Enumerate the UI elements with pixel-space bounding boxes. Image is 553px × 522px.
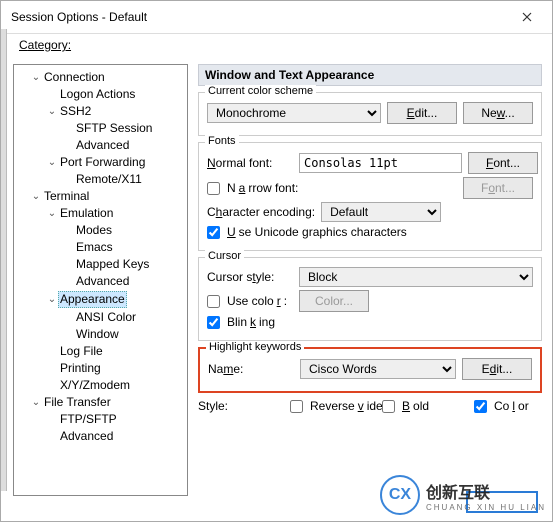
use-color-checkbox[interactable]: Use color: [207,294,293,308]
narrow-font-checkbox[interactable]: Narrow font: [207,181,298,195]
tree-ftp-sftp[interactable]: FTP/SFTP [16,411,185,428]
normal-font-button[interactable]: Font... [468,152,538,174]
right-panel: Window and Text Appearance Current color… [188,64,542,496]
normal-font-field[interactable] [299,153,462,173]
cursor-style-label: Cursor style: [207,270,293,284]
reverse-video-checkbox[interactable]: Reverse video [290,399,376,413]
tree-terminal[interactable]: ⌄Terminal [16,188,185,205]
scheme-select[interactable]: Monochrome [207,103,381,123]
chevron-down-icon: ⌄ [30,395,42,410]
close-button[interactable] [510,7,544,27]
tree-logon-actions[interactable]: Logon Actions [16,86,185,103]
dialog-footer [466,491,538,513]
tree-appearance[interactable]: ⌄Appearance [16,290,185,309]
scheme-edit-button[interactable]: Edit... [387,102,457,124]
tree-port-forwarding[interactable]: ⌄Port Forwarding [16,154,185,171]
close-icon [522,12,532,22]
normal-font-label: Normal font: [207,156,293,170]
tree-file-transfer[interactable]: ⌄File Transfer [16,394,185,411]
highlight-name-label: Name: [208,362,294,376]
chevron-down-icon: ⌄ [46,292,58,307]
scheme-new-button[interactable]: New... [463,102,533,124]
chevron-down-icon: ⌄ [30,189,42,204]
style-row: Style: Reverse video Bold Color [198,399,542,413]
tree-ssh2[interactable]: ⌄SSH2 [16,103,185,120]
ok-button[interactable] [466,491,538,513]
highlight-edit-button[interactable]: Edit... [462,358,532,380]
fonts-group: Fonts Normal font: Font... Narrow font: … [198,142,542,251]
color-scheme-legend: Current color scheme [205,85,316,97]
cursor-legend: Cursor [205,250,244,262]
bold-checkbox[interactable]: Bold [382,399,468,413]
category-tree[interactable]: ⌄Connection Logon Actions ⌄SSH2 SFTP Ses… [13,64,188,496]
tree-connection[interactable]: ⌄Connection [16,69,185,86]
color-scheme-group: Current color scheme Monochrome Edit... … [198,92,542,136]
style-label: Style: [198,399,284,413]
category-label: Category: [19,38,71,52]
chevron-down-icon: ⌄ [46,206,58,221]
blinking-checkbox[interactable]: Blinking [207,315,293,329]
chevron-down-icon: ⌄ [46,104,58,119]
chevron-down-icon: ⌄ [46,155,58,170]
tree-advanced-ssh[interactable]: Advanced [16,137,185,154]
cursor-group: Cursor Cursor style: Block Use color: Co… [198,257,542,341]
tree-log-file[interactable]: Log File [16,343,185,360]
tree-window[interactable]: Window [16,326,185,343]
left-edge-strip [1,29,7,491]
unicode-checkbox[interactable]: Use Unicode graphics characters [207,225,407,239]
window-title: Session Options - Default [11,10,147,24]
tree-modes[interactable]: Modes [16,222,185,239]
tree-advanced-emu[interactable]: Advanced [16,273,185,290]
tree-emacs[interactable]: Emacs [16,239,185,256]
highlight-legend: Highlight keywords [206,341,304,353]
content-area: ⌄Connection Logon Actions ⌄SSH2 SFTP Ses… [1,56,552,496]
titlebar: Session Options - Default [1,1,552,34]
chevron-down-icon: ⌄ [30,70,42,85]
tree-sftp-session[interactable]: SFTP Session [16,120,185,137]
tree-remote-x11[interactable]: Remote/X11 [16,171,185,188]
highlight-name-select[interactable]: Cisco Words [300,359,456,379]
tree-xyzmodem[interactable]: X/Y/Zmodem [16,377,185,394]
tree-advanced-ft[interactable]: Advanced [16,428,185,445]
dialog-window: Session Options - Default Category: ⌄Con… [0,0,553,522]
highlight-keywords-group: Highlight keywords Name: Cisco Words Edi… [198,347,542,393]
tree-mapped-keys[interactable]: Mapped Keys [16,256,185,273]
cursor-style-select[interactable]: Block [299,267,533,287]
section-title: Window and Text Appearance [198,64,542,86]
cursor-color-button: Color... [299,290,369,312]
color-checkbox[interactable]: Color [474,399,542,413]
tree-emulation[interactable]: ⌄Emulation [16,205,185,222]
narrow-font-button: Font... [463,177,533,199]
encoding-label: Character encoding: [207,205,315,219]
fonts-legend: Fonts [205,135,239,147]
encoding-select[interactable]: Default [321,202,441,222]
tree-printing[interactable]: Printing [16,360,185,377]
tree-ansi-color[interactable]: ANSI Color [16,309,185,326]
